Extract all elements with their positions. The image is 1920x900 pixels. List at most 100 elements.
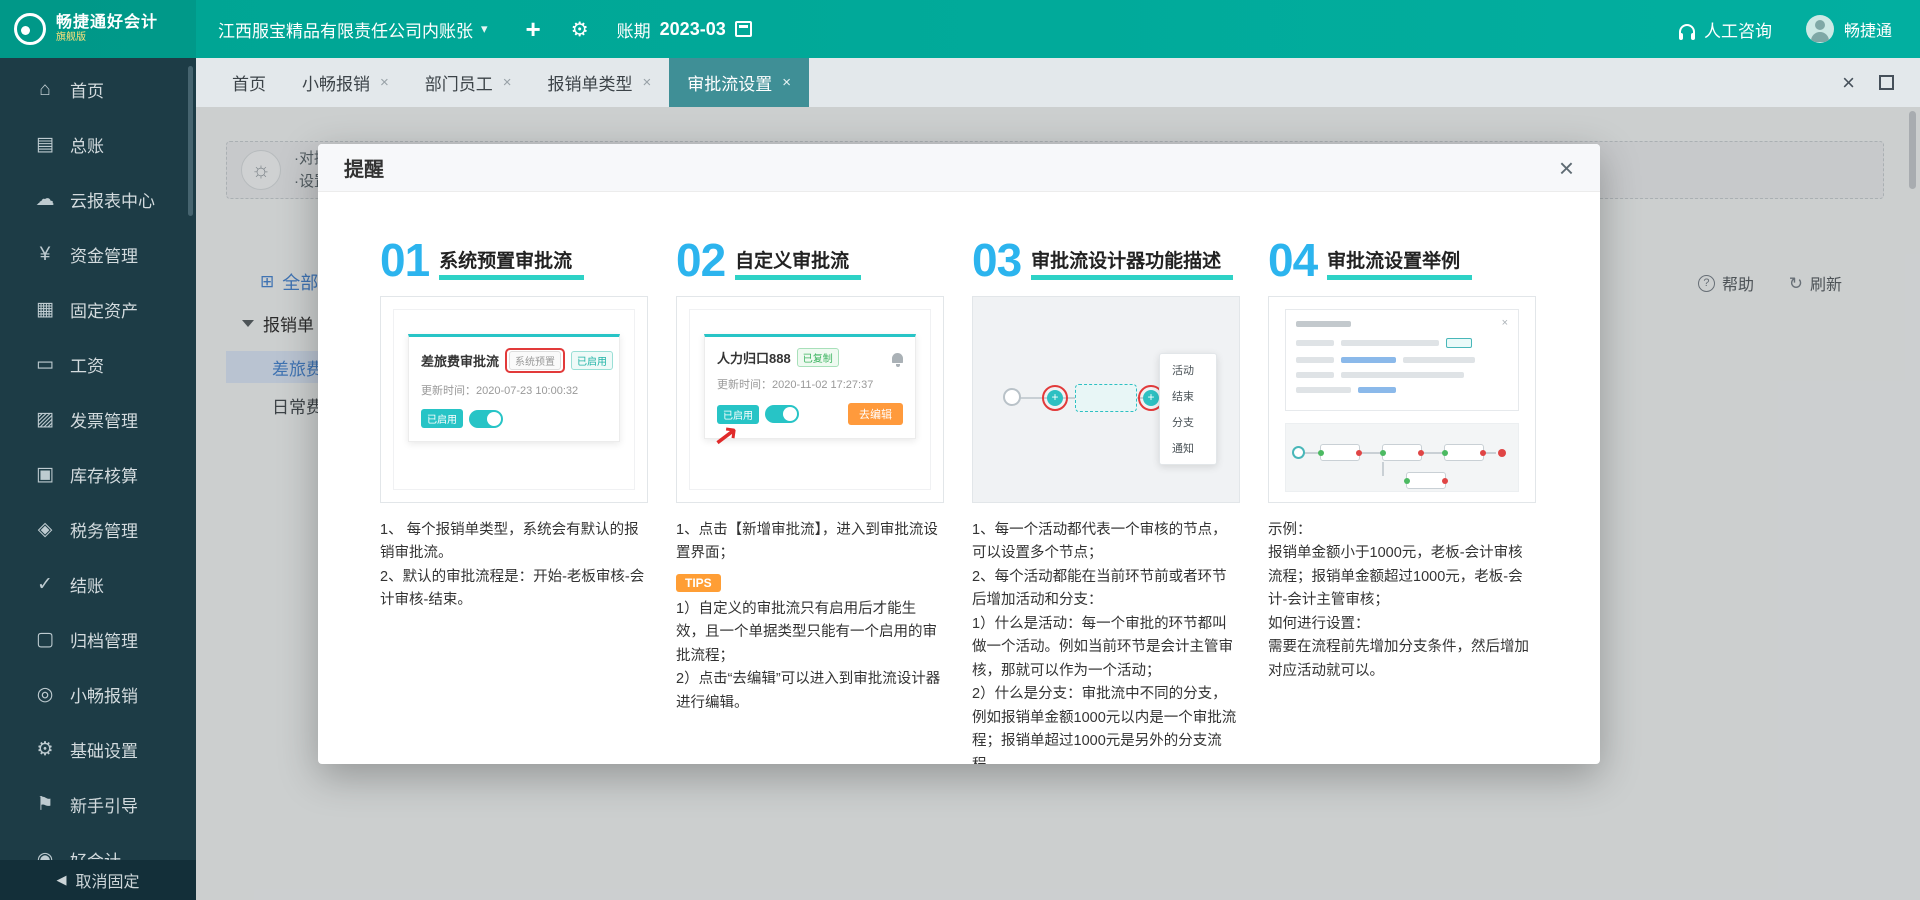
sidebar-item-label: 发票管理 — [70, 407, 138, 432]
mock-link-bar — [1358, 387, 1396, 393]
sidebar-item-archive[interactable]: ▢归档管理 — [0, 612, 196, 667]
chevron-down-icon: ▾ — [481, 21, 488, 37]
unpin-icon: ◀ — [56, 872, 66, 888]
custom-flow-screenshot: 人力归口888 已复制 更新时间：2020-11-02 17:27:37 已启用… — [676, 296, 944, 503]
period-value[interactable]: 2023-03 — [660, 19, 726, 40]
mock-link-bar — [1341, 357, 1396, 363]
sidebar-item-expense[interactable]: ◎小畅报销 — [0, 667, 196, 722]
close-icon[interactable] — [380, 74, 389, 91]
add-button[interactable]: + — [526, 16, 541, 42]
inventory-icon: ▣ — [34, 463, 56, 486]
copied-tag: 已复制 — [797, 348, 839, 367]
app-logo: 畅捷通好会计 旗舰版 — [0, 0, 196, 58]
ledger-icon: ▤ — [34, 133, 56, 156]
section-heading: 自定义审批流 — [735, 246, 849, 280]
avatar[interactable] — [1806, 15, 1834, 43]
company-selector[interactable]: 江西服宝精品有限责任公司内账张 ▾ — [218, 17, 488, 42]
calendar-icon[interactable] — [735, 21, 752, 37]
close-icon[interactable] — [643, 74, 652, 91]
sidebar-item-tax[interactable]: ◈税务管理 — [0, 502, 196, 557]
section-heading: 审批流设置举例 — [1327, 246, 1460, 280]
tab-expense-type[interactable]: 报销单类型 — [530, 58, 670, 107]
preset-flow-screenshot: 差旅费审批流 系统预置 已启用 更新时间：2020-07-23 10:00:32… — [380, 296, 648, 503]
section-designer: 03 审批流设计器功能描述 活动 结束 分支 通知 — [972, 230, 1240, 764]
app-title: 畅捷通好会计 — [56, 14, 158, 32]
sidebar-scrollbar[interactable] — [188, 66, 193, 216]
settings-icon: ⚙ — [34, 738, 56, 761]
end-node-icon — [1498, 449, 1506, 457]
close-icon[interactable] — [782, 74, 791, 91]
close-icon[interactable] — [503, 74, 512, 91]
tab-expense[interactable]: 小畅报销 — [284, 58, 407, 107]
archive-icon: ▢ — [34, 628, 56, 651]
sidebar-item-guide[interactable]: ⚑新手引导 — [0, 777, 196, 832]
dialog-title: 提醒 — [344, 153, 384, 182]
sidebar-item-general-ledger[interactable]: ▤总账 — [0, 117, 196, 172]
topbar: 畅捷通好会计 旗舰版 江西服宝精品有限责任公司内账张 ▾ + ⚙ 账期 2023… — [0, 0, 1920, 58]
username[interactable]: 畅捷通 — [1844, 17, 1892, 41]
sidebar-item-inventory[interactable]: ▣ 库存核算 — [0, 447, 196, 502]
fullscreen-icon[interactable] — [1879, 75, 1894, 90]
close-icon[interactable] — [1559, 155, 1574, 181]
mock-label-bar — [1296, 357, 1334, 363]
mock-label-bar — [1296, 372, 1334, 378]
start-node-icon — [1003, 388, 1021, 406]
flow-node — [1382, 444, 1422, 461]
section-body: 1、点击【新增审批流】，进入到审批流设置界面； — [676, 519, 944, 566]
unpin-label: 取消固定 — [75, 868, 139, 892]
mock-field-bar — [1341, 372, 1464, 378]
example-screenshot: × — [1268, 296, 1536, 503]
funds-icon: ¥ — [34, 244, 56, 266]
sidebar-item-invoices[interactable]: ▨ 发票管理 — [0, 392, 196, 447]
mini-flow-card: 人力归口888 已复制 更新时间：2020-11-02 17:27:37 已启用… — [704, 334, 916, 439]
sidebar-item-label: 工资 — [70, 352, 104, 377]
menu-item-activity: 活动 — [1160, 357, 1216, 383]
flow-chart-mock — [1285, 423, 1519, 492]
sidebar-item-home[interactable]: ⌂首页 — [0, 62, 196, 117]
mock-teal-chip — [1446, 338, 1472, 348]
home-icon: ⌂ — [34, 79, 56, 101]
start-node-icon — [1292, 446, 1305, 459]
node-menu: 活动 结束 分支 通知 — [1159, 353, 1217, 465]
red-arrow-icon — [711, 418, 741, 456]
sidebar-item-funds[interactable]: ¥资金管理 — [0, 227, 196, 282]
tab-home[interactable]: 首页 — [214, 58, 284, 107]
mini-flow-card: 差旅费审批流 系统预置 已启用 更新时间：2020-07-23 10:00:32… — [408, 334, 620, 442]
tab-approval-flow[interactable]: 审批流设置 — [669, 58, 809, 107]
headset-icon — [1679, 24, 1695, 35]
sidebar-item-closing[interactable]: ✓结账 — [0, 557, 196, 612]
support-button[interactable]: 人工咨询 — [1679, 17, 1772, 42]
sidebar-item-label: 库存核算 — [70, 462, 138, 487]
preset-tag: 系统预置 — [509, 351, 561, 370]
closing-icon: ✓ — [34, 573, 56, 596]
mock-label-bar — [1296, 340, 1334, 346]
sidebar-item-cloud-reports[interactable]: ☁云报表中心 — [0, 172, 196, 227]
unpin-button[interactable]: ◀ 取消固定 — [0, 860, 196, 900]
invoice-icon: ▨ — [34, 408, 56, 431]
sidebar-item-fixed-assets[interactable]: ▦固定资产 — [0, 282, 196, 337]
branch-node — [1406, 472, 1446, 489]
close-all-icon[interactable] — [1842, 72, 1855, 94]
branch-line — [1382, 462, 1384, 476]
tab-label: 部门员工 — [425, 70, 493, 95]
enabled-fill-tag: 已启用 — [421, 409, 463, 428]
gear-icon[interactable]: ⚙ — [571, 17, 589, 42]
tab-label: 审批流设置 — [687, 70, 772, 95]
menu-item-end: 结束 — [1160, 383, 1216, 409]
section-heading: 审批流设计器功能描述 — [1031, 246, 1221, 280]
red-highlight-ring: 系统预置 — [505, 348, 565, 373]
sidebar-item-payroll[interactable]: ▭工资 — [0, 337, 196, 392]
settings-panel-mock: × — [1285, 309, 1519, 411]
period-label: 账期 — [617, 17, 651, 42]
section-body: 1、 每个报销单类型，系统会有默认的报销审批流。 2、默认的审批流程是：开始-老… — [380, 519, 648, 613]
sidebar-item-label: 固定资产 — [70, 297, 138, 322]
section-body: 1、每一个活动都代表一个审核的节点，可以设置多个节点； 2、每个活动都能在当前环… — [972, 519, 1240, 764]
mock-field-bar — [1341, 340, 1439, 346]
tab-dept-staff[interactable]: 部门员工 — [407, 58, 530, 107]
sidebar-item-label: 小畅报销 — [70, 682, 138, 707]
updated-time: 更新时间：2020-11-02 17:27:37 — [717, 376, 903, 392]
tips-badge: TIPS — [676, 574, 721, 592]
mock-field-bar — [1403, 357, 1475, 363]
sidebar-item-settings[interactable]: ⚙基础设置 — [0, 722, 196, 777]
flow-node — [1320, 444, 1360, 461]
